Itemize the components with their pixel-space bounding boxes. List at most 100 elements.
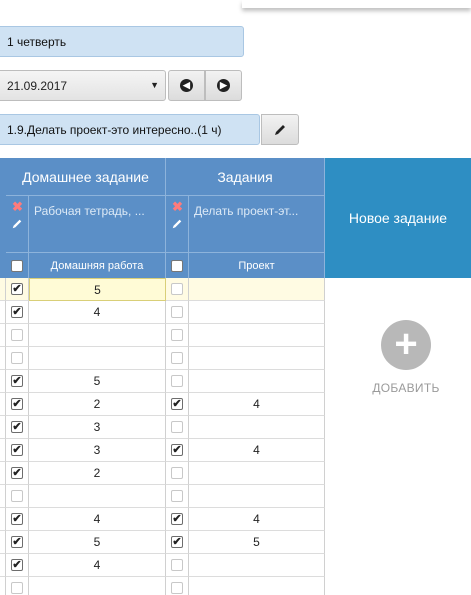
- homework-checkbox[interactable]: [11, 490, 23, 502]
- homework-checkbox[interactable]: [11, 582, 23, 594]
- task-check-cell[interactable]: ✔: [166, 531, 189, 554]
- task-grade-cell[interactable]: [189, 416, 325, 439]
- homework-grade-cell[interactable]: 3: [29, 439, 166, 462]
- task-checkbox[interactable]: [171, 329, 183, 341]
- edit-lesson-button[interactable]: [261, 114, 299, 145]
- task-checkbox[interactable]: [171, 352, 183, 364]
- homework-check-cell[interactable]: [6, 347, 29, 370]
- homework-checkbox[interactable]: ✔: [11, 421, 23, 433]
- task-grade-cell[interactable]: [189, 577, 325, 595]
- homework-grade-cell[interactable]: 4: [29, 301, 166, 324]
- task-grade-cell[interactable]: [189, 462, 325, 485]
- homework-check-cell[interactable]: ✔: [6, 439, 29, 462]
- homework-check-cell[interactable]: ✔: [6, 278, 29, 301]
- task-grade-cell[interactable]: [189, 554, 325, 577]
- homework-grade-cell[interactable]: 5: [29, 531, 166, 554]
- homework-checkbox[interactable]: ✔: [11, 513, 23, 525]
- task-grade-cell[interactable]: [189, 324, 325, 347]
- homework-check-cell[interactable]: [6, 577, 29, 595]
- homework-check-cell[interactable]: ✔: [6, 531, 29, 554]
- task-grade-cell[interactable]: [189, 278, 325, 301]
- plus-circle-icon[interactable]: +: [381, 320, 431, 370]
- task-select-all-checkbox[interactable]: [171, 259, 183, 272]
- lesson-selector[interactable]: 1.9.Делать проект-это интересно..(1 ч): [0, 114, 260, 145]
- homework-grade-cell[interactable]: [29, 577, 166, 595]
- homework-checkbox[interactable]: [11, 352, 23, 364]
- task-select-all[interactable]: [166, 253, 189, 278]
- date-select[interactable]: 21.09.2017 ▼: [0, 70, 166, 101]
- task-checkbox[interactable]: [171, 490, 183, 502]
- homework-grade-cell[interactable]: 4: [29, 554, 166, 577]
- task-grade-cell[interactable]: 4: [189, 393, 325, 416]
- task-check-cell[interactable]: [166, 324, 189, 347]
- homework-grade-cell[interactable]: 4: [29, 508, 166, 531]
- task-check-cell[interactable]: [166, 347, 189, 370]
- task-checkbox[interactable]: [171, 306, 183, 318]
- task-checkbox[interactable]: [171, 559, 183, 571]
- task-check-cell[interactable]: [166, 278, 189, 301]
- task-checkbox[interactable]: [171, 467, 183, 479]
- homework-checkbox[interactable]: ✔: [11, 467, 23, 479]
- homework-check-cell[interactable]: ✔: [6, 393, 29, 416]
- task-grade-cell[interactable]: [189, 347, 325, 370]
- task-grade-cell[interactable]: [189, 485, 325, 508]
- task-check-cell[interactable]: [166, 370, 189, 393]
- homework-grade-cell[interactable]: [29, 347, 166, 370]
- task-check-cell[interactable]: [166, 301, 189, 324]
- task-checkbox[interactable]: [171, 421, 183, 433]
- homework-checkbox[interactable]: ✔: [11, 398, 23, 410]
- homework-grade-cell[interactable]: [29, 324, 166, 347]
- homework-check-cell[interactable]: ✔: [6, 370, 29, 393]
- homework-check-cell[interactable]: ✔: [6, 462, 29, 485]
- homework-grade-cell[interactable]: 5: [29, 278, 166, 301]
- task-checkbox[interactable]: ✔: [171, 513, 183, 525]
- task-grade-cell[interactable]: [189, 370, 325, 393]
- task-checkbox[interactable]: [171, 283, 183, 295]
- task-checkbox[interactable]: ✔: [171, 536, 183, 548]
- next-date-button[interactable]: ▶: [205, 70, 242, 101]
- task-check-cell[interactable]: ✔: [166, 439, 189, 462]
- homework-grade-cell[interactable]: [29, 485, 166, 508]
- task-grade-cell[interactable]: [189, 301, 325, 324]
- homework-check-cell[interactable]: [6, 485, 29, 508]
- task-grade-cell[interactable]: 5: [189, 531, 325, 554]
- task-description[interactable]: Делать проект-эт...: [189, 196, 325, 253]
- period-selector[interactable]: 1 четверть: [0, 26, 244, 57]
- delete-task-icon[interactable]: ✖: [172, 199, 183, 215]
- task-grade-cell[interactable]: 4: [189, 508, 325, 531]
- homework-select-all-checkbox[interactable]: [11, 259, 23, 272]
- homework-checkbox[interactable]: ✔: [11, 536, 23, 548]
- homework-checkbox[interactable]: ✔: [11, 444, 23, 456]
- add-task-label[interactable]: ДОБАВИТЬ: [340, 381, 471, 395]
- homework-description[interactable]: Рабочая тетрадь, ...: [29, 196, 166, 253]
- homework-checkbox[interactable]: [11, 329, 23, 341]
- task-checkbox[interactable]: [171, 375, 183, 387]
- homework-check-cell[interactable]: ✔: [6, 301, 29, 324]
- task-check-cell[interactable]: [166, 577, 189, 595]
- homework-check-cell[interactable]: ✔: [6, 508, 29, 531]
- task-checkbox[interactable]: ✔: [171, 398, 183, 410]
- task-check-cell[interactable]: [166, 554, 189, 577]
- task-check-cell[interactable]: [166, 416, 189, 439]
- edit-homework-icon[interactable]: [11, 218, 23, 230]
- homework-check-cell[interactable]: ✔: [6, 554, 29, 577]
- homework-grade-cell[interactable]: 2: [29, 462, 166, 485]
- task-check-cell[interactable]: ✔: [166, 393, 189, 416]
- homework-checkbox[interactable]: ✔: [11, 283, 23, 295]
- edit-task-icon[interactable]: [171, 218, 183, 230]
- task-checkbox[interactable]: ✔: [171, 444, 183, 456]
- task-check-cell[interactable]: ✔: [166, 508, 189, 531]
- delete-homework-icon[interactable]: ✖: [12, 199, 23, 215]
- homework-checkbox[interactable]: ✔: [11, 306, 23, 318]
- homework-grade-cell[interactable]: 2: [29, 393, 166, 416]
- homework-select-all[interactable]: [6, 253, 29, 278]
- homework-grade-cell[interactable]: 3: [29, 416, 166, 439]
- homework-checkbox[interactable]: ✔: [11, 559, 23, 571]
- task-grade-cell[interactable]: 4: [189, 439, 325, 462]
- homework-checkbox[interactable]: ✔: [11, 375, 23, 387]
- new-task-header[interactable]: Новое задание: [325, 158, 471, 278]
- task-check-cell[interactable]: [166, 485, 189, 508]
- prev-date-button[interactable]: ◀: [168, 70, 205, 101]
- homework-check-cell[interactable]: ✔: [6, 416, 29, 439]
- homework-check-cell[interactable]: [6, 324, 29, 347]
